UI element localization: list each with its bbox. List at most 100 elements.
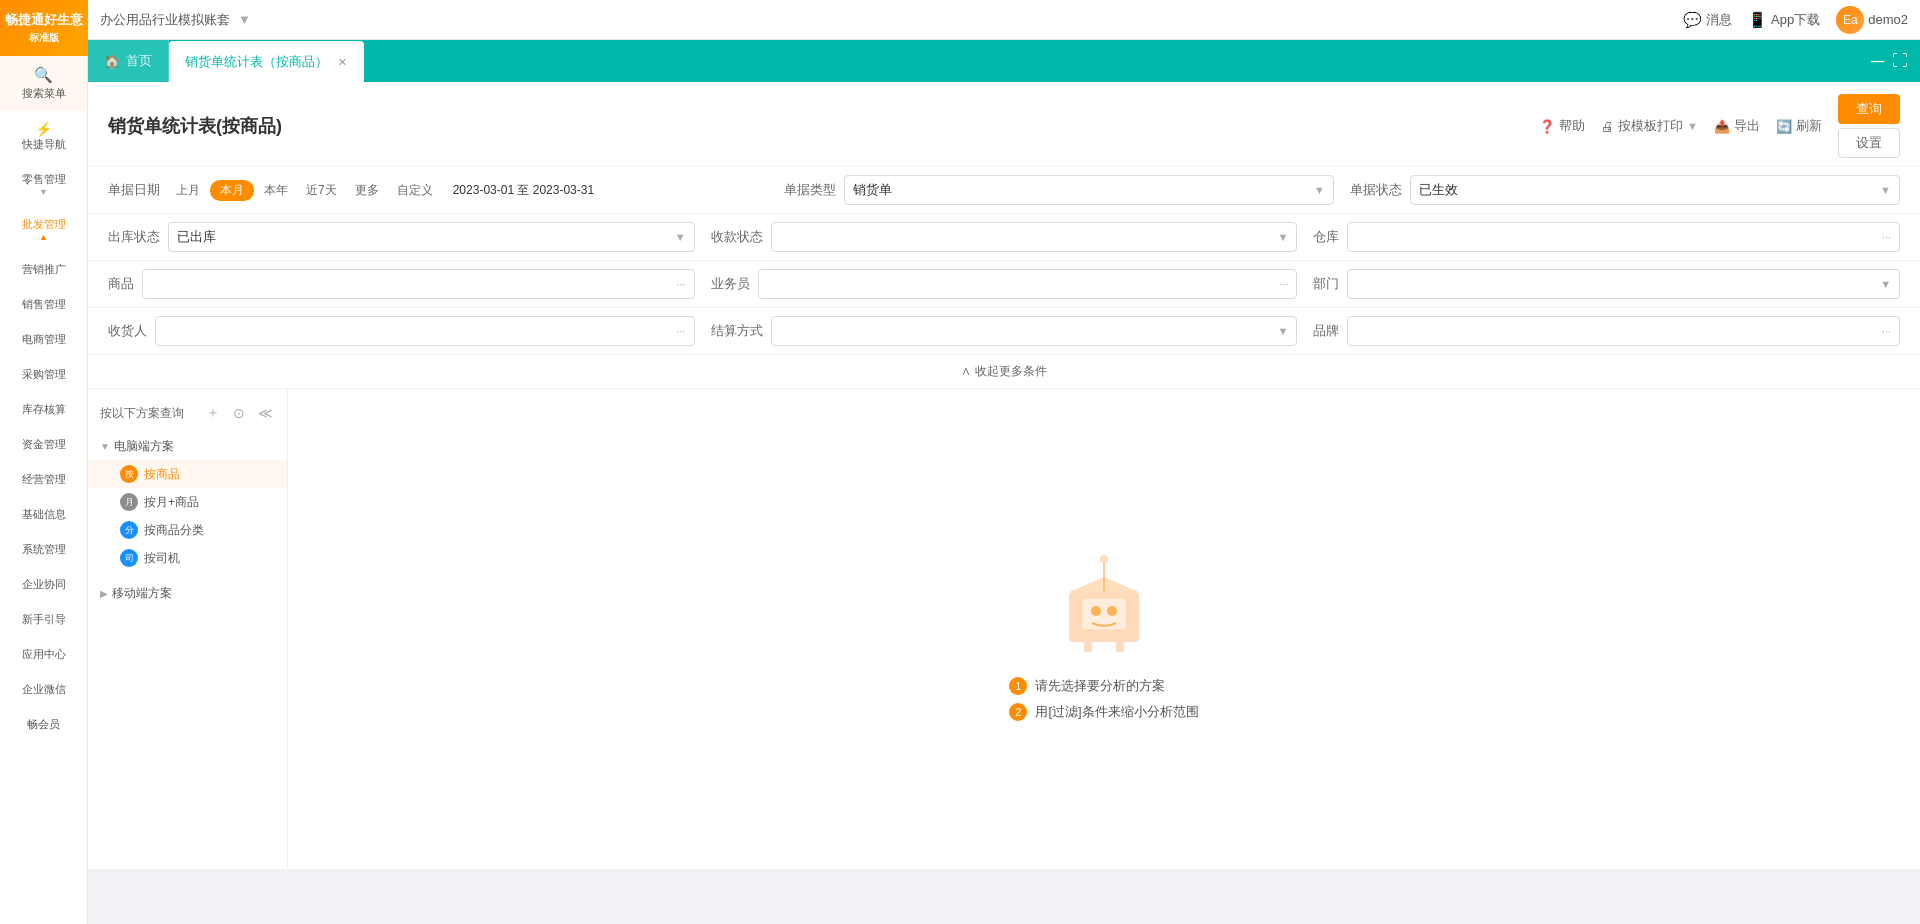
- tabbar: 🏠 首页 销货单统计表（按商品） ✕ ─ ⛶: [88, 40, 1920, 82]
- scheme-panel-header: 按以下方案查询 ＋ ⊙ ≪: [88, 397, 287, 429]
- sidebar-item-sales[interactable]: 销售管理: [0, 287, 87, 322]
- scheme-item-by-goods[interactable]: 按 按商品: [88, 460, 287, 488]
- date-tab-last-month[interactable]: 上月: [168, 180, 208, 201]
- filter-settlement: 结算方式 ▼: [711, 316, 1298, 346]
- help-btn[interactable]: ❓ 帮助: [1539, 117, 1585, 135]
- print-label: 按模板打印: [1618, 117, 1683, 135]
- sidebar-item-newbie[interactable]: 新手引导: [0, 602, 87, 637]
- scheme-item-by-category-label: 按商品分类: [144, 522, 204, 539]
- sidebar-item-purchase[interactable]: 采购管理: [0, 357, 87, 392]
- page-content: 销货单统计表(按商品) ❓ 帮助 🖨 按模板打印 ▼ 📤 导出: [88, 82, 1920, 924]
- date-tab-this-year[interactable]: 本年: [256, 180, 296, 201]
- home-icon: 🏠: [104, 54, 120, 69]
- out-status-value: 已出库: [177, 228, 216, 246]
- collect-status-select[interactable]: ▼: [771, 222, 1298, 252]
- brand-select[interactable]: ···: [1347, 316, 1900, 346]
- query-btn-group: 查询 设置: [1838, 94, 1900, 158]
- empty-state-tips: 1 请先选择要分析的方案 2 用[过滤]条件来缩小分析范围: [1009, 677, 1198, 721]
- export-label: 导出: [1734, 117, 1760, 135]
- settings-button[interactable]: 设置: [1838, 128, 1900, 158]
- sidebar-item-system[interactable]: 系统管理: [0, 532, 87, 567]
- scheme-item-by-printer[interactable]: 司 按司机: [88, 544, 287, 572]
- sidebar-item-finance[interactable]: 资金管理: [0, 427, 87, 462]
- dept-chevron-icon: ▼: [1880, 278, 1891, 290]
- main-container: 办公用品行业模拟账套 ▼ 💬 消息 📱 App下载 Ea demo2 🏠 首页 …: [88, 0, 1920, 924]
- sidebar-item-quick-nav[interactable]: ⚡ 快捷导航: [0, 111, 87, 162]
- doc-type-chevron-icon: ▼: [1314, 184, 1325, 196]
- sidebar-item-member[interactable]: 畅会员: [0, 707, 87, 742]
- warehouse-dots-icon: ···: [1882, 231, 1891, 243]
- scheme-panel-title: 按以下方案查询: [100, 405, 184, 422]
- date-tab-7days[interactable]: 近7天: [298, 180, 345, 201]
- query-button[interactable]: 查询: [1838, 94, 1900, 124]
- tab-minimize-icon[interactable]: ─: [1871, 51, 1884, 72]
- scheme-settings-icon[interactable]: ⊙: [229, 403, 249, 423]
- page-header: 销货单统计表(按商品) ❓ 帮助 🖨 按模板打印 ▼ 📤 导出: [88, 82, 1920, 167]
- tab-close-icon[interactable]: ✕: [338, 56, 347, 69]
- print-btn[interactable]: 🖨 按模板打印 ▼: [1601, 117, 1698, 135]
- content-body: 按以下方案查询 ＋ ⊙ ≪ ▼ 电脑端方案: [88, 389, 1920, 869]
- out-status-label: 出库状态: [108, 228, 168, 246]
- topbar-dropdown-icon[interactable]: ▼: [238, 12, 251, 27]
- refresh-btn[interactable]: 🔄 刷新: [1776, 117, 1822, 135]
- warehouse-select[interactable]: ···: [1347, 222, 1900, 252]
- tab-maximize-icon[interactable]: ⛶: [1892, 52, 1908, 70]
- doc-type-label: 单据类型: [784, 181, 844, 199]
- doc-status-chevron-icon: ▼: [1880, 184, 1891, 196]
- doc-type-select[interactable]: 销货单 ▼: [844, 175, 1334, 205]
- doc-status-label: 单据状态: [1350, 181, 1410, 199]
- tab-sales-stat[interactable]: 销货单统计表（按商品） ✕: [169, 41, 364, 83]
- scheme-group-desktop-header[interactable]: ▼ 电脑端方案: [88, 433, 287, 460]
- sidebar-item-app-center[interactable]: 应用中心: [0, 637, 87, 672]
- goods-select[interactable]: ···: [142, 269, 695, 299]
- salesperson-select[interactable]: ···: [758, 269, 1298, 299]
- right-area: 1 请先选择要分析的方案 2 用[过滤]条件来缩小分析范围: [288, 389, 1920, 869]
- date-filter-label: 单据日期: [108, 181, 168, 199]
- sidebar-item-ops[interactable]: 经营管理: [0, 462, 87, 497]
- doc-status-value: 已生效: [1419, 181, 1458, 199]
- mobile-expand-icon: ▶: [100, 588, 108, 599]
- empty-state-illustration: [1044, 537, 1164, 657]
- message-icon: 💬: [1683, 11, 1702, 29]
- scheme-item-by-month-goods[interactable]: 月 按月+商品: [88, 488, 287, 516]
- date-tab-this-month[interactable]: 本月: [210, 180, 254, 201]
- filter-date: 单据日期 上月 本月 本年 近7天 更多 自定义 2023-03-01 至 20…: [108, 180, 768, 201]
- topbar-app-download-btn[interactable]: 📱 App下载: [1748, 11, 1820, 29]
- sidebar-item-search-menu[interactable]: 🔍 搜索菜单: [0, 56, 87, 111]
- brand-label: 品牌: [1313, 322, 1347, 340]
- settlement-label: 结算方式: [711, 322, 771, 340]
- filter-salesperson: 业务员 ···: [711, 269, 1298, 299]
- scheme-group-mobile: ▶ 移动端方案: [88, 576, 287, 611]
- topbar-user[interactable]: Ea demo2: [1836, 6, 1908, 34]
- sidebar-item-retail[interactable]: 零售管理 ▼: [0, 162, 87, 207]
- tab-home[interactable]: 🏠 首页: [88, 40, 169, 82]
- receiver-select[interactable]: ···: [155, 316, 695, 346]
- date-tab-custom[interactable]: 自定义: [389, 180, 441, 201]
- sidebar-item-inventory[interactable]: 库存核算: [0, 392, 87, 427]
- scheme-collapse-icon[interactable]: ≪: [255, 403, 275, 423]
- logo-line2: 标准版: [5, 31, 83, 44]
- scheme-item-by-goods-category[interactable]: 分 按商品分类: [88, 516, 287, 544]
- tab-home-label: 首页: [126, 52, 152, 70]
- date-tab-more[interactable]: 更多: [347, 180, 387, 201]
- topbar-message-btn[interactable]: 💬 消息: [1683, 11, 1732, 29]
- sidebar-item-corp-wechat[interactable]: 企业微信: [0, 672, 87, 707]
- scheme-item-by-goods-label: 按商品: [144, 466, 180, 483]
- sidebar-item-basic[interactable]: 基础信息: [0, 497, 87, 532]
- sidebar-item-enterprise[interactable]: 企业协同: [0, 567, 87, 602]
- scheme-group-mobile-header[interactable]: ▶ 移动端方案: [88, 580, 287, 607]
- content-panel: 销货单统计表(按商品) ❓ 帮助 🖨 按模板打印 ▼ 📤 导出: [88, 82, 1920, 869]
- dept-label: 部门: [1313, 275, 1347, 293]
- sidebar-item-marketing[interactable]: 营销推广: [0, 252, 87, 287]
- logo-line1: 畅捷通好生意: [5, 12, 83, 29]
- sidebar-item-ecom[interactable]: 电商管理: [0, 322, 87, 357]
- collapse-bar[interactable]: ∧ 收起更多条件: [88, 355, 1920, 389]
- out-status-select[interactable]: 已出库 ▼: [168, 222, 695, 252]
- scheme-add-icon[interactable]: ＋: [203, 403, 223, 423]
- scheme-group-desktop-label: 电脑端方案: [114, 438, 174, 455]
- settlement-select[interactable]: ▼: [771, 316, 1298, 346]
- dept-select[interactable]: ▼: [1347, 269, 1900, 299]
- doc-status-select[interactable]: 已生效 ▼: [1410, 175, 1900, 205]
- export-btn[interactable]: 📤 导出: [1714, 117, 1760, 135]
- sidebar-item-wholesale[interactable]: 批发管理 ▲: [0, 207, 87, 252]
